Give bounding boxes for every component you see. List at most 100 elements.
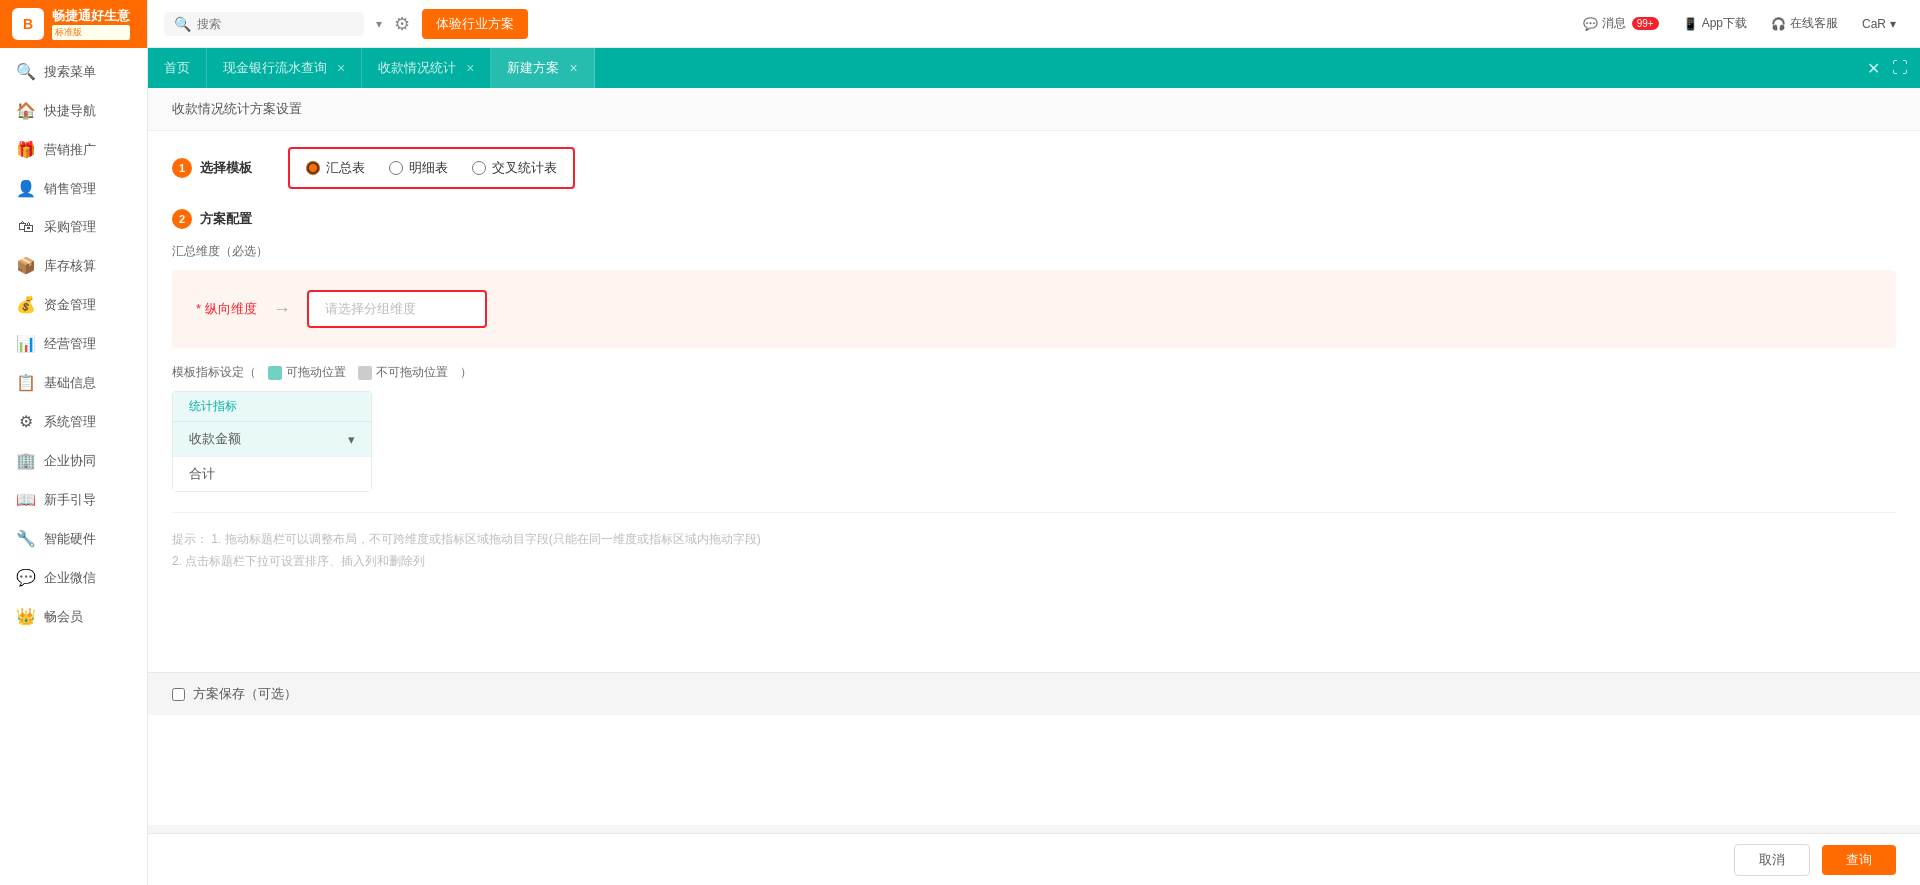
tab-collection-stats-close-icon[interactable]: × <box>466 60 474 76</box>
settings-icon[interactable]: ⚙ <box>394 13 410 35</box>
search-chevron-icon: ▾ <box>376 17 382 31</box>
download-icon: 📱 <box>1683 17 1698 31</box>
dimension-row: * 纵向维度 → 请选择分组维度 <box>196 290 1872 328</box>
metrics-column-chevron-icon: ▾ <box>348 432 355 447</box>
sidebar-item-quick-nav[interactable]: 🏠 快捷导航 <box>0 91 147 130</box>
metrics-section: 模板指标设定（ 可拖动位置 不可拖动位置 ） <box>172 364 1896 492</box>
user-name: CaR <box>1862 17 1886 31</box>
sidebar-item-hardware[interactable]: 🔧 智能硬件 <box>0 519 147 558</box>
sidebar-item-enterprise[interactable]: 🏢 企业协同 <box>0 441 147 480</box>
sidebar-item-label: 营销推广 <box>44 141 96 159</box>
metrics-header-label: 统计指标 <box>189 398 237 415</box>
member-icon: 👑 <box>16 607 36 626</box>
movable-label: 可拖动位置 <box>286 364 346 381</box>
metrics-column-cell[interactable]: 收款金额 ▾ <box>173 422 371 457</box>
search-box[interactable]: 🔍 <box>164 12 364 36</box>
tab-home-label: 首页 <box>164 59 190 77</box>
breadcrumb: 收款情况统计方案设置 <box>172 101 302 116</box>
dimension-arrow-icon: → <box>273 299 291 320</box>
movable-indicator <box>268 366 282 380</box>
dimension-selector[interactable]: 请选择分组维度 <box>307 290 487 328</box>
sidebar-item-marketing[interactable]: 🎁 营销推广 <box>0 130 147 169</box>
operation-icon: 📊 <box>16 334 36 353</box>
sidebar-item-purchase[interactable]: 🛍 采购管理 <box>0 208 147 246</box>
dimension-section-label: 汇总维度（必选） <box>172 243 1896 260</box>
sidebar-item-finance[interactable]: 💰 资金管理 <box>0 285 147 324</box>
sidebar-item-wechat[interactable]: 💬 企业微信 <box>0 558 147 597</box>
search-menu-icon: 🔍 <box>16 62 36 81</box>
vertical-dimension-label: * 纵向维度 <box>196 300 257 318</box>
radio-summary-label: 汇总表 <box>326 159 365 177</box>
download-btn[interactable]: 📱 App下载 <box>1675 11 1755 36</box>
sidebar-item-inventory[interactable]: 📦 库存核算 <box>0 246 147 285</box>
footer-bar: 取消 查询 <box>148 833 1920 885</box>
tab-new-plan-close-icon[interactable]: × <box>569 60 577 76</box>
tab-collection-stats[interactable]: 收款情况统计 × <box>362 48 491 88</box>
sidebar-item-basic-info[interactable]: 📋 基础信息 <box>0 363 147 402</box>
service-icon: 🎧 <box>1771 17 1786 31</box>
radio-detail[interactable]: 明细表 <box>389 159 448 177</box>
tab-bank-flow-close-icon[interactable]: × <box>337 60 345 76</box>
metrics-column-label: 收款金额 <box>189 430 241 448</box>
message-badge: 99+ <box>1632 17 1659 30</box>
radio-detail-input[interactable] <box>389 161 403 175</box>
sidebar-item-search-menu[interactable]: 🔍 搜索菜单 <box>0 52 147 91</box>
sidebar-item-sales[interactable]: 👤 销售管理 <box>0 169 147 208</box>
home-icon: 🏠 <box>16 101 36 120</box>
search-input[interactable] <box>197 17 347 31</box>
cancel-button[interactable]: 取消 <box>1734 844 1810 876</box>
sidebar-item-label: 企业协同 <box>44 452 96 470</box>
sidebar-item-system[interactable]: ⚙ 系统管理 <box>0 402 147 441</box>
tab-home[interactable]: 首页 <box>148 48 207 88</box>
radio-crosstab[interactable]: 交叉统计表 <box>472 159 557 177</box>
inventory-icon: 📦 <box>16 256 36 275</box>
sidebar-logo: B 畅捷通好生意 标准版 <box>0 0 147 48</box>
tab-new-plan[interactable]: 新建方案 × <box>491 48 594 88</box>
sidebar-item-label: 新手引导 <box>44 491 96 509</box>
system-icon: ⚙ <box>16 412 36 431</box>
tab-collection-stats-label: 收款情况统计 <box>378 59 456 77</box>
metrics-table-header: 统计指标 <box>173 392 371 422</box>
sidebar-item-label: 系统管理 <box>44 413 96 431</box>
maximize-window-icon[interactable]: ⛶ <box>1892 59 1908 77</box>
page-body: 1 选择模板 汇总表 明细表 <box>148 131 1920 672</box>
page-header: 收款情况统计方案设置 <box>148 88 1920 131</box>
metrics-label-row: 模板指标设定（ 可拖动位置 不可拖动位置 ） <box>172 364 1896 381</box>
radio-summary-input[interactable] <box>306 161 320 175</box>
user-btn[interactable]: CaR ▾ <box>1854 13 1904 35</box>
metrics-row-cell: 合计 <box>173 457 371 491</box>
fixed-label: 不可拖动位置 <box>376 364 448 381</box>
logo-icon: B <box>12 8 44 40</box>
sidebar-item-guide[interactable]: 📖 新手引导 <box>0 480 147 519</box>
message-btn[interactable]: 💬 消息 99+ <box>1575 11 1667 36</box>
radio-crosstab-input[interactable] <box>472 161 486 175</box>
sidebar-item-label: 销售管理 <box>44 180 96 198</box>
guide-icon: 📖 <box>16 490 36 509</box>
query-button[interactable]: 查询 <box>1822 845 1896 875</box>
sidebar-nav: 🔍 搜索菜单 🏠 快捷导航 🎁 营销推广 👤 销售管理 🛍 采购管理 📦 库存核… <box>0 48 147 885</box>
metrics-label: 模板指标设定（ <box>172 364 256 381</box>
radio-crosstab-label: 交叉统计表 <box>492 159 557 177</box>
tab-bank-flow[interactable]: 现金银行流水查询 × <box>207 48 362 88</box>
tabbar-right: ✕ ⛶ <box>1855 48 1920 88</box>
hint-text-1: 提示： 1. 拖动标题栏可以调整布局，不可跨维度或指标区域拖动目字段(只能在同一… <box>172 529 1896 551</box>
dimension-area: * 纵向维度 → 请选择分组维度 <box>172 270 1896 348</box>
sidebar-item-label: 快捷导航 <box>44 102 96 120</box>
metrics-row-label: 合计 <box>189 466 215 481</box>
radio-summary[interactable]: 汇总表 <box>306 159 365 177</box>
hint-text-2: 2. 点击标题栏下拉可设置排序、插入列和删除列 <box>172 551 1896 573</box>
sidebar-item-operation[interactable]: 📊 经营管理 <box>0 324 147 363</box>
industry-btn[interactable]: 体验行业方案 <box>422 9 528 39</box>
service-btn[interactable]: 🎧 在线客服 <box>1763 11 1846 36</box>
save-checkbox[interactable] <box>172 688 185 701</box>
close-window-icon[interactable]: ✕ <box>1867 59 1880 78</box>
drag-movable-badge: 可拖动位置 <box>268 364 346 381</box>
message-label: 消息 <box>1602 15 1626 32</box>
metrics-table: 统计指标 收款金额 ▾ 合计 <box>172 391 372 492</box>
user-chevron-icon: ▾ <box>1890 17 1896 31</box>
service-label: 在线客服 <box>1790 15 1838 32</box>
step2-section: 2 方案配置 汇总维度（必选） * 纵向维度 → 请选择分组维度 <box>172 209 1896 572</box>
sidebar-item-label: 基础信息 <box>44 374 96 392</box>
search-icon: 🔍 <box>174 16 191 32</box>
sidebar-item-member[interactable]: 👑 畅会员 <box>0 597 147 636</box>
